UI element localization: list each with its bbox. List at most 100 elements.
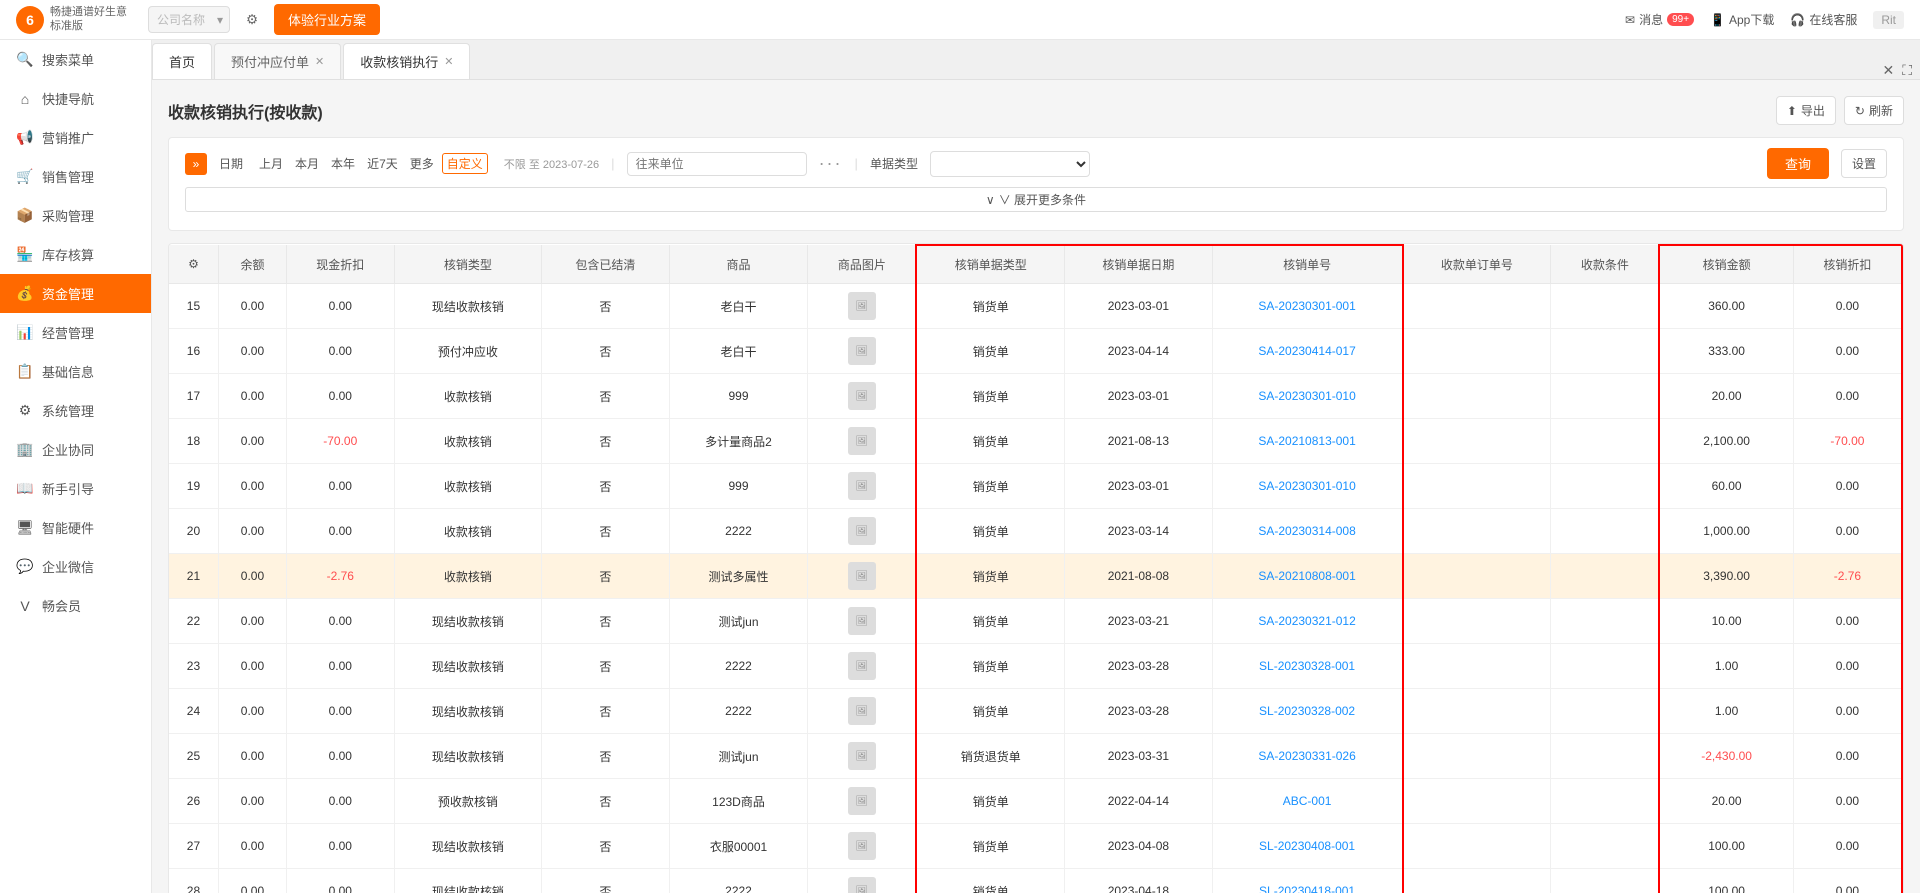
wechat-icon: 💬 bbox=[16, 558, 34, 575]
cell-writeoff_doc_no[interactable]: SA-20230314-008 bbox=[1212, 509, 1402, 554]
company-select[interactable]: 公司名称 ▾ bbox=[148, 6, 230, 33]
cell-receipt_order_no bbox=[1403, 869, 1551, 893]
cell-writeoff_doc_no[interactable]: SA-20230301-001 bbox=[1212, 284, 1402, 329]
cell-include_settled: 否 bbox=[542, 419, 670, 464]
tab-receipt[interactable]: 收款核销执行 ✕ bbox=[343, 43, 470, 79]
cell-writeoff_doc_no[interactable]: SL-20230328-002 bbox=[1212, 689, 1402, 734]
export-button[interactable]: ⬆ 导出 bbox=[1776, 96, 1836, 125]
cell-writeoff_discount: 0.00 bbox=[1793, 374, 1902, 419]
search-button[interactable]: 查询 bbox=[1767, 148, 1829, 179]
cell-cash_discount: -2.76 bbox=[286, 554, 394, 599]
cell-balance: 0.00 bbox=[218, 689, 286, 734]
expand-conditions-btn[interactable]: ∨ ∨ 展开更多条件 bbox=[185, 187, 1887, 212]
cell-receipt_order_no bbox=[1403, 554, 1551, 599]
date-btn-more[interactable]: 更多 bbox=[406, 153, 438, 174]
cell-cash_discount: 0.00 bbox=[286, 374, 394, 419]
counterparty-input[interactable] bbox=[627, 152, 807, 176]
cell-writeoff_doc_no[interactable]: SA-20210813-001 bbox=[1212, 419, 1402, 464]
cell-cash_discount: 0.00 bbox=[286, 644, 394, 689]
sidebar-item-operations[interactable]: 📊 经营管理 bbox=[0, 313, 151, 352]
cell-include_settled: 否 bbox=[542, 779, 670, 824]
online-service-btn[interactable]: 🎧 在线客服 bbox=[1790, 11, 1857, 28]
cell-include_settled: 否 bbox=[542, 374, 670, 419]
cell-goods: 多计量商品2 bbox=[669, 419, 808, 464]
th-balance: 余额 bbox=[218, 245, 286, 284]
home-icon: ⌂ bbox=[16, 91, 34, 107]
cell-writeoff_discount: 0.00 bbox=[1793, 599, 1902, 644]
sidebar-item-purchase[interactable]: 📦 采购管理 bbox=[0, 196, 151, 235]
cell-writeoff_doc_no[interactable]: SA-20230331-026 bbox=[1212, 734, 1402, 779]
cell-writeoff_doc_date: 2023-03-01 bbox=[1065, 464, 1212, 509]
cell-writeoff_amount: 360.00 bbox=[1659, 284, 1793, 329]
tab-home[interactable]: 首页 bbox=[152, 43, 212, 79]
sidebar-item-system[interactable]: ⚙ 系统管理 bbox=[0, 391, 151, 430]
th-settings[interactable]: ⚙ bbox=[169, 245, 218, 284]
tab-receipt-close[interactable]: ✕ bbox=[444, 55, 453, 68]
cell-balance: 0.00 bbox=[218, 374, 286, 419]
cell-balance: 0.00 bbox=[218, 464, 286, 509]
sidebar-item-member[interactable]: V 畅会员 bbox=[0, 586, 151, 625]
cell-writeoff_doc_date: 2023-03-21 bbox=[1065, 599, 1212, 644]
cell-receipt_order_no bbox=[1403, 689, 1551, 734]
sidebar-item-sales[interactable]: 🛒 销售管理 bbox=[0, 157, 151, 196]
cell-writeoff_doc_no[interactable]: SA-20230301-010 bbox=[1212, 374, 1402, 419]
cell-receipt_condition bbox=[1551, 824, 1660, 869]
settings-gear-button[interactable]: ⚙ bbox=[238, 6, 266, 34]
cell-writeoff_doc_type: 销货单 bbox=[916, 689, 1064, 734]
cell-writeoff_doc_date: 2023-03-31 bbox=[1065, 734, 1212, 779]
tab-fullscreen[interactable]: ⛶ bbox=[1902, 62, 1912, 79]
tab-prepay[interactable]: 预付冲应付单 ✕ bbox=[214, 43, 341, 79]
cell-writeoff_type: 收款核销 bbox=[394, 419, 541, 464]
cell-writeoff_type: 预收款核销 bbox=[394, 779, 541, 824]
cell-writeoff_doc_no[interactable]: SL-20230408-001 bbox=[1212, 824, 1402, 869]
messages-btn[interactable]: ✉ 消息 99+ bbox=[1625, 11, 1694, 28]
cell-writeoff_doc_no[interactable]: SA-20230321-012 bbox=[1212, 599, 1402, 644]
cell-writeoff_type: 预付冲应收 bbox=[394, 329, 541, 374]
date-btn-this-year[interactable]: 本年 bbox=[327, 153, 359, 174]
user-name[interactable]: Rit bbox=[1873, 11, 1904, 29]
cell-writeoff_doc_no[interactable]: SA-20210808-001 bbox=[1212, 554, 1402, 599]
cell-cash_discount: -70.00 bbox=[286, 419, 394, 464]
filter-dots: ··· bbox=[819, 153, 843, 174]
cell-cash_discount: 0.00 bbox=[286, 329, 394, 374]
refresh-icon: ↻ bbox=[1855, 104, 1865, 118]
sidebar-item-guide[interactable]: 📖 新手引导 bbox=[0, 469, 151, 508]
cell-writeoff_doc_no[interactable]: SA-20230414-017 bbox=[1212, 329, 1402, 374]
app-download-btn[interactable]: 📱 App下载 bbox=[1710, 11, 1774, 28]
cell-include_settled: 否 bbox=[542, 464, 670, 509]
cell-writeoff_doc_no[interactable]: SL-20230418-001 bbox=[1212, 869, 1402, 893]
doc-type-select[interactable] bbox=[930, 151, 1090, 177]
sidebar-item-shortcut[interactable]: ⌂ 快捷导航 bbox=[0, 79, 151, 118]
cell-no: 22 bbox=[169, 599, 218, 644]
tab-close-all[interactable]: ✕ bbox=[1882, 62, 1894, 79]
page-actions: ⬆ 导出 ↻ 刷新 bbox=[1776, 96, 1904, 125]
sidebar-item-corp[interactable]: 🏢 企业协同 bbox=[0, 430, 151, 469]
date-btn-last-month[interactable]: 上月 bbox=[255, 153, 287, 174]
sidebar-item-finance[interactable]: 💰 资金管理 bbox=[0, 274, 151, 313]
sidebar-item-wechat[interactable]: 💬 企业微信 bbox=[0, 547, 151, 586]
cell-writeoff_doc_type: 销货退货单 bbox=[916, 734, 1064, 779]
date-btn-custom[interactable]: 自定义 bbox=[442, 153, 488, 174]
chevron-down-icon: ∨ bbox=[986, 193, 995, 207]
industry-btn[interactable]: 体验行业方案 bbox=[274, 4, 380, 35]
message-icon: ✉ bbox=[1625, 13, 1635, 27]
messages-badge: 99+ bbox=[1667, 13, 1694, 26]
sidebar-item-basic[interactable]: 📋 基础信息 bbox=[0, 352, 151, 391]
cell-writeoff_doc_no[interactable]: SL-20230328-001 bbox=[1212, 644, 1402, 689]
settings-button[interactable]: 设置 bbox=[1841, 149, 1887, 178]
sidebar-item-marketing[interactable]: 📢 营销推广 bbox=[0, 118, 151, 157]
sidebar-item-inventory[interactable]: 🏪 库存核算 bbox=[0, 235, 151, 274]
table-row: 190.000.00收款核销否999🖼销货单2023-03-01SA-20230… bbox=[169, 464, 1902, 509]
cell-writeoff_doc_no[interactable]: ABC-001 bbox=[1212, 779, 1402, 824]
filter-expand-btn[interactable]: » bbox=[185, 153, 207, 175]
sidebar-item-search[interactable]: 🔍 搜索菜单 bbox=[0, 40, 151, 79]
date-btn-7days[interactable]: 近7天 bbox=[363, 153, 402, 174]
cell-no: 21 bbox=[169, 554, 218, 599]
date-btn-this-month[interactable]: 本月 bbox=[291, 153, 323, 174]
refresh-button[interactable]: ↻ 刷新 bbox=[1844, 96, 1904, 125]
th-writeoff-doc-no: 核销单号 bbox=[1212, 245, 1402, 284]
tab-prepay-close[interactable]: ✕ bbox=[315, 55, 324, 68]
cell-writeoff_doc_date: 2023-04-14 bbox=[1065, 329, 1212, 374]
cell-writeoff_doc_no[interactable]: SA-20230301-010 bbox=[1212, 464, 1402, 509]
sidebar-item-hardware[interactable]: 🖥 智能硬件 bbox=[0, 508, 151, 547]
